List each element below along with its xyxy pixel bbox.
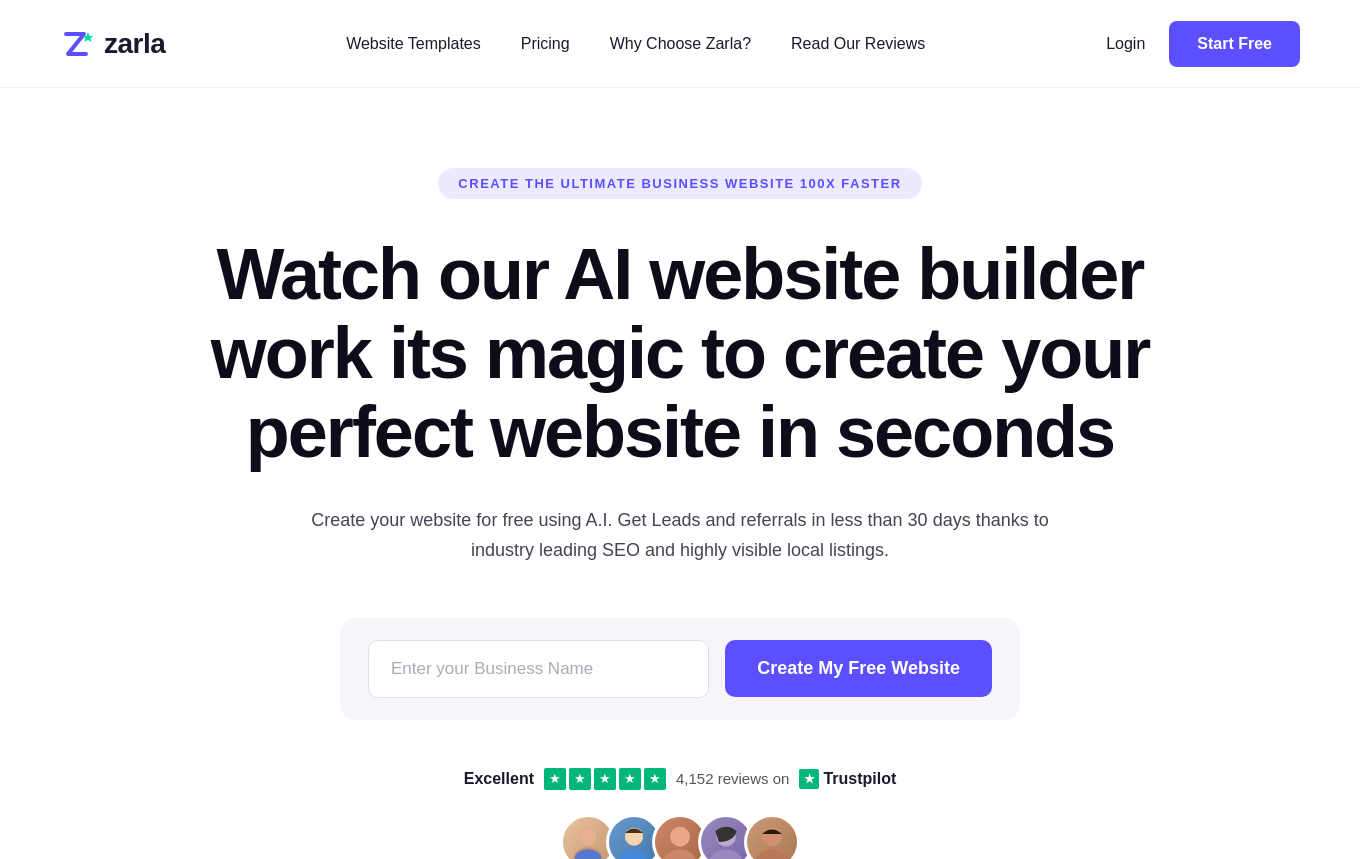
avatar-5 [744,814,800,859]
review-count: 4,152 reviews on [676,770,789,787]
trustpilot-logo[interactable]: ★ Trustpilot [799,769,896,789]
star-4: ★ [619,768,641,790]
star-5: ★ [644,768,666,790]
svg-point-13 [754,849,790,859]
trustpilot-stars: ★ ★ ★ ★ ★ [544,768,666,790]
nav-reviews[interactable]: Read Our Reviews [791,35,925,52]
logo-text: zarla [104,28,165,60]
svg-point-3 [579,827,597,845]
star-1: ★ [544,768,566,790]
svg-point-6 [621,849,648,859]
nav-links: Website Templates Pricing Why Choose Zar… [346,35,925,53]
svg-point-8 [662,849,698,859]
create-website-button[interactable]: Create My Free Website [725,640,992,697]
nav-why-zarla[interactable]: Why Choose Zarla? [610,35,751,52]
excellent-label: Excellent [464,770,534,788]
trustpilot-star-icon: ★ [799,769,819,789]
star-2: ★ [569,768,591,790]
login-button[interactable]: Login [1106,35,1145,53]
cta-box: Create My Free Website [340,618,1020,720]
nav-right: Login Start Free [1106,21,1300,67]
trustpilot-row: Excellent ★ ★ ★ ★ ★ 4,152 reviews on ★ T… [464,768,897,790]
zarla-logo-icon [60,26,96,62]
hero-badge: CREATE THE ULTIMATE BUSINESS WEBSITE 100… [438,168,921,199]
avatars-row [560,814,800,859]
svg-point-11 [708,849,744,859]
navbar: zarla Website Templates Pricing Why Choo… [0,0,1360,88]
hero-subtitle: Create your website for free using A.I. … [310,505,1050,566]
trustpilot-label-text: Trustpilot [823,770,896,788]
nav-pricing[interactable]: Pricing [521,35,570,52]
business-name-input[interactable] [368,640,709,698]
hero-section: CREATE THE ULTIMATE BUSINESS WEBSITE 100… [0,88,1360,859]
start-free-button[interactable]: Start Free [1169,21,1300,67]
nav-website-templates[interactable]: Website Templates [346,35,481,52]
logo-link[interactable]: zarla [60,26,165,62]
svg-point-10 [670,827,690,847]
star-3: ★ [594,768,616,790]
hero-title: Watch our AI website builder work its ma… [130,235,1230,473]
